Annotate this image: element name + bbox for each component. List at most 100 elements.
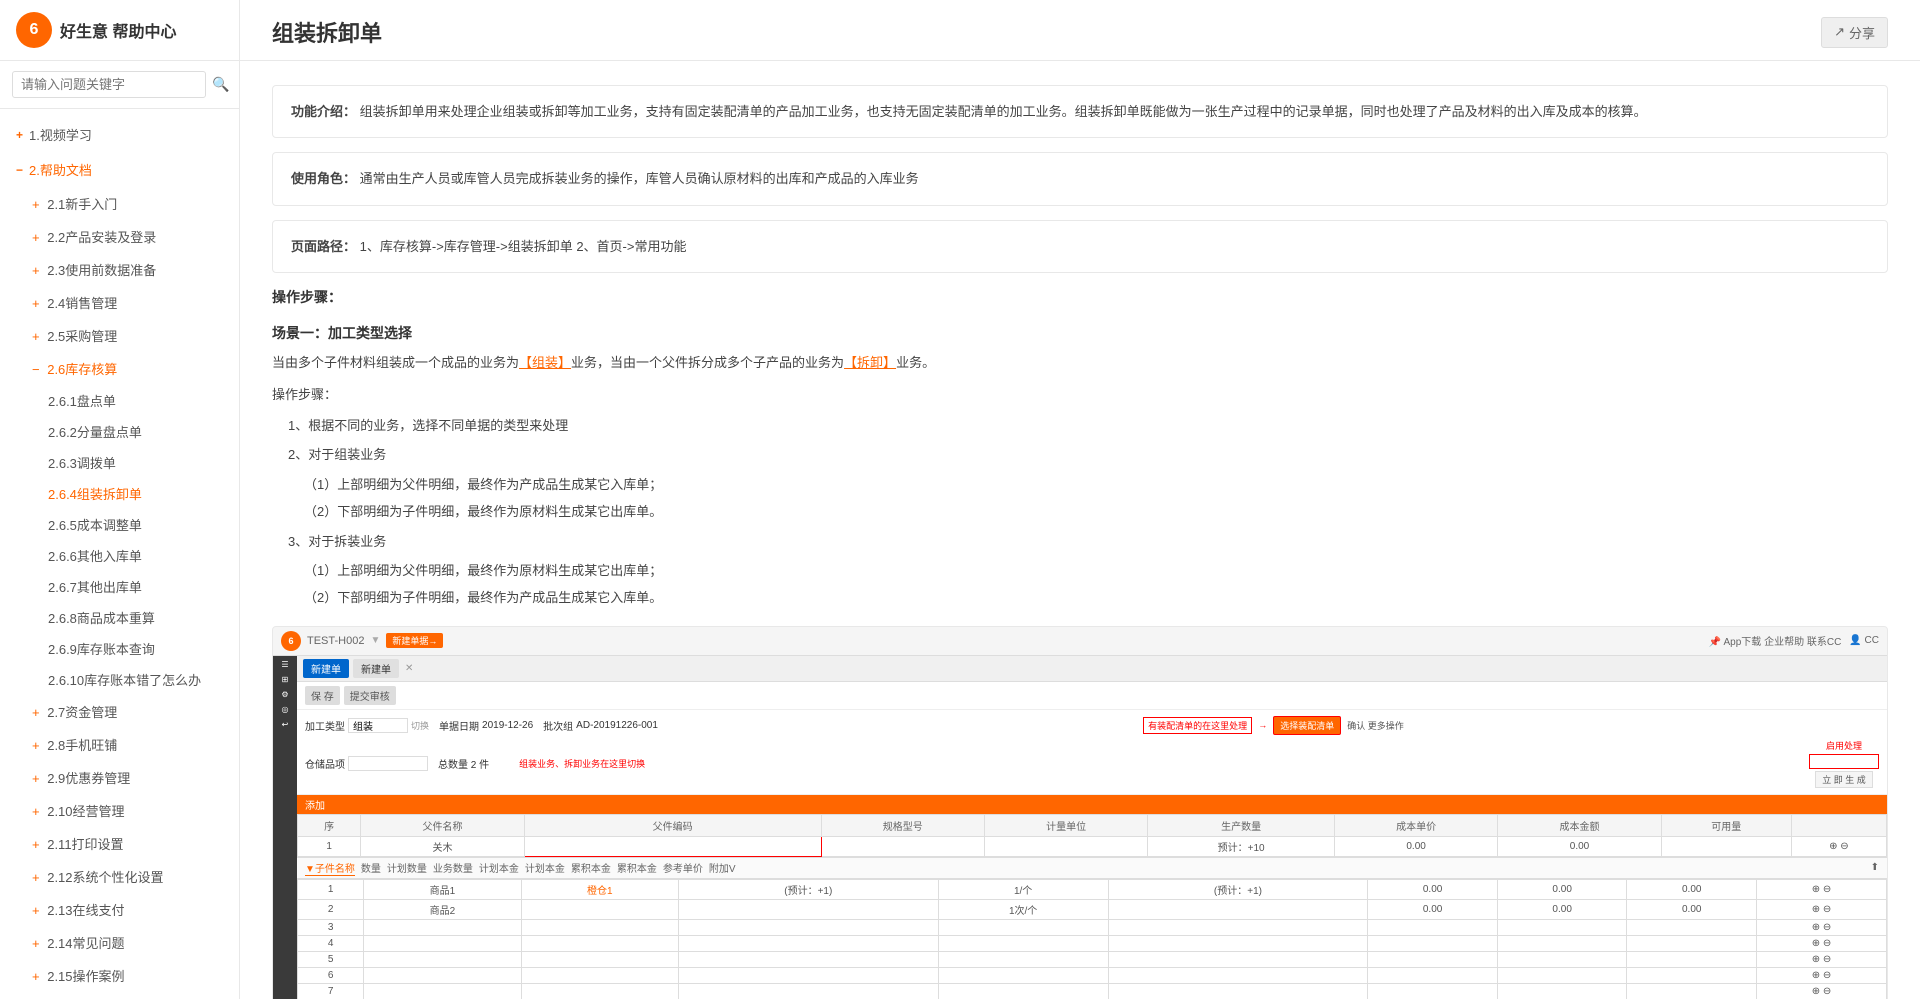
sidebar-item-1[interactable]: + 1.视频学习: [0, 117, 239, 152]
ss-upper-table: 序 父件名称 父件编码 规格型号 计量单位 生产数量 成本单价 成本金额 可用量: [297, 814, 1887, 857]
ss-ann4-input[interactable]: [1809, 754, 1879, 769]
intro-text: 组装拆卸单用来处理企业组装或拆卸等加工业务，支持有固定装配清单的产品加工业务，也…: [360, 104, 1647, 119]
sidebar-item-2-6-8[interactable]: 2.6.8商品成本重算: [0, 602, 239, 633]
sidebar: 6 好生意 帮助中心 🔍 + 1.视频学习 − 2.帮助文档 + 2.1新手入门…: [0, 0, 240, 999]
share-button[interactable]: ↗ 分享: [1821, 17, 1888, 48]
ss-store-input[interactable]: [348, 756, 428, 771]
sidebar-item-2-6-7[interactable]: 2.6.7其他出库单: [0, 571, 239, 602]
sidebar-item-2-13[interactable]: + 2.13在线支付: [0, 893, 239, 926]
role-text: 通常由生产人员或库管人员完成拆装业务的操作，库管人员确认原材料的出库和产成品的入…: [360, 171, 919, 186]
search-box: 🔍: [0, 61, 239, 109]
ss-icon3: ⚙: [281, 690, 288, 699]
ss-store-label: 仓储品项: [305, 756, 345, 771]
plus-icon: +: [32, 870, 40, 885]
ss-type-input[interactable]: [348, 718, 408, 733]
ss-ann3: 组装业务、拆卸业务在这里切换: [519, 757, 645, 770]
ss-form: 加工类型 切换 单据日期 2019-12-26 批次组: [297, 710, 1887, 795]
plus-icon: +: [32, 804, 40, 819]
ss-td-seq: 1: [298, 836, 361, 856]
table-row: 1 商品1 橙仓1 (预计：+1) 1/个 (预计：+1) 0.00 0.00: [298, 879, 1887, 899]
sidebar-item-2-6-6[interactable]: 2.6.6其他入库单: [0, 540, 239, 571]
ss-left-icons: ☰ ⊞ ⚙ ◎ ↩: [273, 656, 297, 999]
ss-td-code: [524, 836, 821, 856]
sidebar-item-2-6-3[interactable]: 2.6.3调拨单: [0, 447, 239, 478]
plus-icon: +: [32, 705, 40, 720]
ss-th-produce: 生产数量: [1148, 814, 1335, 836]
expand-icon: +: [16, 128, 23, 142]
sidebar-item-2-3[interactable]: + 2.3使用前数据准备: [0, 253, 239, 286]
sidebar-item-2-15[interactable]: + 2.15操作案例: [0, 959, 239, 992]
ss-sub-table-wrap: 1 商品1 橙仓1 (预计：+1) 1/个 (预计：+1) 0.00 0.00: [297, 879, 1887, 999]
ss-date-label: 单据日期: [439, 718, 479, 733]
ss-field-date: 单据日期 2019-12-26: [439, 718, 533, 733]
sidebar-item-2-6[interactable]: − 2.6库存核算: [0, 352, 239, 385]
ss-sub-td-plan1: (预计：+1): [678, 879, 938, 899]
sidebar-item-2-8[interactable]: + 2.8手机旺铺: [0, 728, 239, 761]
sidebar-item-2-1[interactable]: + 2.1新手入门: [0, 187, 239, 220]
sidebar-item-2-7[interactable]: + 2.7资金管理: [0, 695, 239, 728]
ss-icon5: ↩: [282, 720, 289, 729]
ss-annotation1-area: 有装配清单的在这里处理 → 选择装配清单 确认 更多操作: [668, 716, 1879, 735]
sidebar-item-2[interactable]: − 2.帮助文档: [0, 152, 239, 187]
ss-date-val: 2019-12-26: [482, 720, 533, 731]
page-header: 组装拆卸单 ↗ 分享: [240, 0, 1920, 61]
plus-icon: +: [32, 969, 40, 984]
table-row: 4⊕ ⊖: [298, 935, 1887, 951]
ss-main: 新建单 新建单 ✕ 保 存 提交审核: [297, 656, 1887, 999]
ss-icons: 📌 App下载 企业帮助 联系CC: [1709, 633, 1841, 648]
ss-parent-code-input[interactable]: [633, 841, 713, 852]
ss-sub-tab8: 累积本金: [617, 860, 657, 876]
ss-sub-td-plan2: (预计：+1): [1108, 879, 1368, 899]
sidebar-item-2-4[interactable]: + 2.4销售管理: [0, 286, 239, 319]
ss-icon4: ◎: [282, 705, 289, 714]
screenshot: 6 TEST-H002 ▼ 新建单据→ 📌 App下载 企业帮助 联系CC 👤 …: [273, 627, 1887, 999]
sidebar-item-2-6-1[interactable]: 2.6.1盘点单: [0, 385, 239, 416]
operation-steps-label: 操作步骤：: [272, 383, 1888, 406]
ss-btn-submit: 提交审核: [344, 686, 396, 705]
ss-tab-active: 新建单: [303, 659, 349, 678]
plus-icon: +: [32, 771, 40, 786]
ss-ann1-text: 有装配清单的在这里处理: [1143, 717, 1252, 734]
ss-upper-thead: 序 父件名称 父件编码 规格型号 计量单位 生产数量 成本单价 成本金额 可用量: [298, 814, 1887, 836]
sidebar-item-2-5[interactable]: + 2.5采购管理: [0, 319, 239, 352]
ss-td-name: 关木: [361, 836, 524, 856]
ss-sub-tbody: 1 商品1 橙仓1 (预计：+1) 1/个 (预计：+1) 0.00 0.00: [298, 879, 1887, 999]
plus-icon: +: [32, 738, 40, 753]
plus-icon: +: [32, 197, 40, 212]
ss-td-ops: ⊕ ⊖: [1791, 836, 1886, 856]
sidebar-item-2-6-9[interactable]: 2.6.9库存账本查询: [0, 633, 239, 664]
ss-sub-tab10: 附加V: [709, 860, 736, 876]
ss-ann4-area: 启用处理 立 即 生 成: [1809, 739, 1879, 788]
ss-sub-td-biz2: 1次/个: [938, 899, 1108, 919]
ss-btn-more: 确认 更多操作: [1347, 719, 1404, 732]
sidebar-item-2-6-10[interactable]: 2.6.10库存账本错了怎么办: [0, 664, 239, 695]
ss-th-avail: 可用量: [1661, 814, 1791, 836]
ss-td-avail: [1661, 836, 1791, 856]
sidebar-item-2-6-5[interactable]: 2.6.5成本调整单: [0, 509, 239, 540]
search-input[interactable]: [12, 71, 206, 98]
ss-form-row2: 仓储品项 总数量 2 件 组装业务、拆卸业务在这里切换: [305, 739, 1879, 788]
ss-type-switch: 切换: [411, 719, 429, 732]
sidebar-item-2-12[interactable]: + 2.12系统个性化设置: [0, 860, 239, 893]
sidebar-item-2-11[interactable]: + 2.11打印设置: [0, 827, 239, 860]
share-icon: ↗: [1834, 24, 1845, 40]
table-row: 1 关木 预计：+10 0.00: [298, 836, 1887, 856]
search-icon[interactable]: 🔍: [212, 76, 229, 93]
sidebar-item-2-6-4[interactable]: 2.6.4组装拆卸单: [0, 478, 239, 509]
sidebar-item-2-6-2[interactable]: 2.6.2分量盘点单: [0, 416, 239, 447]
table-row: 7⊕ ⊖: [298, 983, 1887, 999]
ss-tab2: 新建单: [353, 659, 399, 678]
table-row: 2 商品2 1次/个 0.00 0.00 0.00: [298, 899, 1887, 919]
sidebar-item-2-10[interactable]: + 2.10经营管理: [0, 794, 239, 827]
step2-2: （2）下部明细为子件明细，最终作为原材料生成某它出库单。: [304, 500, 1888, 523]
sidebar-item-2-2[interactable]: + 2.2产品安装及登录: [0, 220, 239, 253]
ss-sub-tab7: 累积本金: [571, 860, 611, 876]
ss-sub-tab5: 计划本金: [479, 860, 519, 876]
step3: 3、对于拆装业务: [288, 530, 1888, 553]
ss-upper-table-wrap: 序 父件名称 父件编码 规格型号 计量单位 生产数量 成本单价 成本金额 可用量: [297, 814, 1887, 857]
sidebar-item-2-9[interactable]: + 2.9优惠券管理: [0, 761, 239, 794]
plus-icon: +: [32, 329, 40, 344]
sidebar-item-2-14[interactable]: + 2.14常见问题: [0, 926, 239, 959]
ss-upper-header-row: 序 父件名称 父件编码 规格型号 计量单位 生产数量 成本单价 成本金额 可用量: [298, 814, 1887, 836]
ss-select-bom-btn: 选择装配清单: [1273, 716, 1341, 735]
